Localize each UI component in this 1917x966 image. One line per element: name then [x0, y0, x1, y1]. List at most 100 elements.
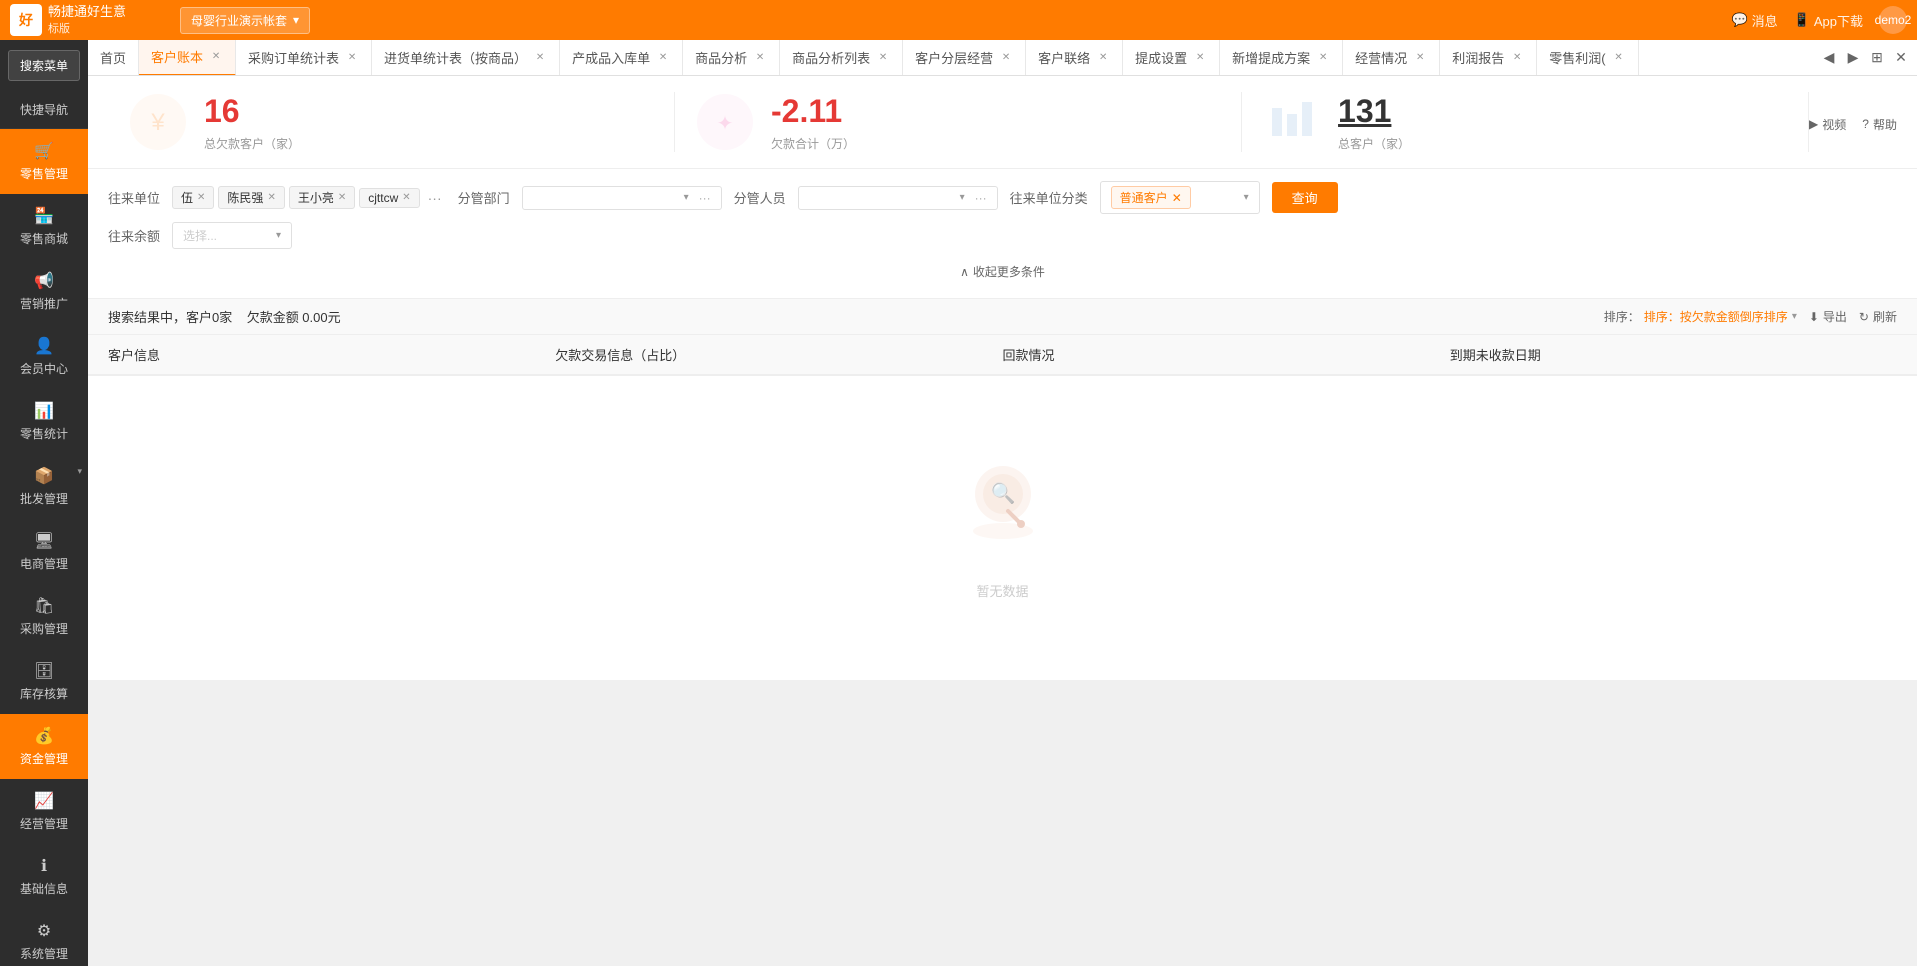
unit-tag-wang[interactable]: 王小亮 ✕	[289, 186, 355, 209]
sort-selector[interactable]: 排序： 排序：按欠款金额倒序排序 ▾	[1604, 308, 1797, 325]
person-chevron: ▾	[960, 192, 965, 203]
retail-management-icon: 🛒	[34, 141, 54, 161]
sidebar-item-wholesale-mgmt-label: 批发管理	[20, 490, 68, 507]
sidebar-item-marketing-label: 营销推广	[20, 295, 68, 312]
collapse-label: 收起更多条件	[973, 263, 1045, 280]
quick-nav-button[interactable]: 快捷导航	[0, 91, 88, 129]
tab-close-customer-tier[interactable]: ✕	[999, 51, 1013, 65]
remove-unit-class[interactable]: ✕	[1172, 191, 1182, 205]
app-download-button[interactable]: 📱 App下载	[1794, 11, 1863, 30]
tab-close-production-instock[interactable]: ✕	[656, 51, 670, 65]
tab-close-product-analysis-list[interactable]: ✕	[876, 51, 890, 65]
tab-scroll-left-button[interactable]: ◀	[1819, 48, 1839, 68]
unit-tag-cjttcw[interactable]: cjttcw ✕	[359, 188, 419, 208]
message-button[interactable]: 💬 消息	[1731, 11, 1777, 30]
tab-purchase-stats-by-product[interactable]: 进货单统计表（按商品） ✕	[372, 40, 560, 76]
sort-label-text: 排序：	[1604, 308, 1640, 325]
sidebar-item-retail-management[interactable]: 🛒 零售管理	[0, 129, 88, 194]
sidebar-item-retail-stats[interactable]: 📊 零售统计	[0, 389, 88, 454]
refresh-button[interactable]: ↻ 刷新	[1859, 308, 1897, 325]
dept-filter-input[interactable]: ▾ ···	[522, 186, 722, 210]
tab-close-operations-status[interactable]: ✕	[1413, 51, 1427, 65]
result-actions: 排序： 排序：按欠款金额倒序排序 ▾ ⬇ 导出 ↻ 刷新	[1604, 308, 1897, 325]
total-customers-label: 总客户（家）	[1338, 135, 1410, 152]
remove-unit-wu[interactable]: ✕	[197, 192, 205, 203]
tab-close-profit-report[interactable]: ✕	[1510, 51, 1524, 65]
tab-scroll-right-button[interactable]: ▶	[1843, 48, 1863, 68]
user-avatar[interactable]: demo2	[1879, 6, 1907, 34]
video-help-button[interactable]: ▶ 视频	[1809, 116, 1846, 133]
person-filter-input[interactable]: ▾ ···	[798, 186, 998, 210]
tab-retail-profit[interactable]: 零售利润( ✕	[1537, 40, 1638, 76]
tab-close-add-promotion-plan[interactable]: ✕	[1316, 51, 1330, 65]
sidebar-item-ecommerce-mgmt[interactable]: 🖥 电商管理	[0, 519, 88, 584]
export-button[interactable]: ⬇ 导出	[1809, 308, 1847, 325]
col-customer-info: 客户信息	[108, 345, 555, 364]
tab-purchase-order-stats[interactable]: 采购订单统计表 ✕	[236, 40, 372, 76]
retail-mall-icon: 🏪	[34, 206, 54, 226]
unit-tags-more[interactable]: ···	[424, 188, 446, 208]
tab-close-all-button[interactable]: ✕	[1891, 48, 1911, 68]
tab-close-promotion-settings[interactable]: ✕	[1193, 51, 1207, 65]
tab-customer-balance[interactable]: 客户账本 ✕	[139, 40, 236, 76]
result-amount-text: 欠款金额 0.00元	[247, 310, 341, 325]
sidebar-item-retail-mall[interactable]: 🏪 零售商城	[0, 194, 88, 259]
collapse-up-icon: ∧	[960, 265, 969, 279]
tab-customer-contact[interactable]: 客户联络 ✕	[1026, 40, 1123, 76]
tab-operations-status[interactable]: 经营情况 ✕	[1343, 40, 1440, 76]
sidebar-item-operations-mgmt[interactable]: 📈 经营管理	[0, 779, 88, 844]
svg-text:¥: ¥	[150, 109, 165, 136]
sidebar-item-capital-mgmt[interactable]: 💰 资金管理	[0, 714, 88, 779]
sidebar-item-retail-stats-label: 零售统计	[20, 425, 68, 442]
sidebar-item-system-mgmt[interactable]: ⚙ 系统管理	[0, 909, 88, 966]
tab-add-promotion-plan[interactable]: 新增提成方案 ✕	[1220, 40, 1343, 76]
unit-tag-chen[interactable]: 陈民强 ✕	[218, 186, 284, 209]
tab-close-purchase-order-stats[interactable]: ✕	[345, 51, 359, 65]
sidebar-item-basic-info[interactable]: ℹ 基础信息	[0, 844, 88, 909]
system-mgmt-icon: ⚙	[37, 921, 51, 941]
avatar-label: demo2	[1875, 13, 1912, 27]
tab-profit-report[interactable]: 利润报告 ✕	[1440, 40, 1537, 76]
empty-icon: 🔍	[953, 456, 1053, 565]
tab-product-analysis-list[interactable]: 商品分析列表 ✕	[780, 40, 903, 76]
sidebar-item-marketing[interactable]: 📢 营销推广	[0, 259, 88, 324]
query-button[interactable]: 查询	[1272, 182, 1338, 213]
sidebar-item-purchase-mgmt[interactable]: 🛍 采购管理	[0, 584, 88, 649]
sidebar-item-wholesale-mgmt[interactable]: 📦 批发管理 ▾	[0, 454, 88, 519]
tab-close-customer-contact[interactable]: ✕	[1096, 51, 1110, 65]
sidebar-item-inventory-check[interactable]: 🗄 库存核算	[0, 649, 88, 714]
tab-expand-button[interactable]: ⊞	[1867, 48, 1887, 68]
remove-unit-cjttcw[interactable]: ✕	[402, 192, 410, 203]
tab-production-instock[interactable]: 产成品入库单 ✕	[560, 40, 683, 76]
stat-main-credit-customers: 16 总欠款客户（家）	[204, 92, 300, 151]
collapse-button[interactable]: ∧ 收起更多条件	[108, 257, 1897, 286]
tab-product-analysis[interactable]: 商品分析 ✕	[683, 40, 780, 76]
search-menu-button[interactable]: 搜索菜单	[8, 50, 80, 81]
result-summary-text: 搜索结果中，客户0家	[108, 310, 232, 325]
logo-icon: 好	[10, 4, 42, 36]
tab-customer-contact-label: 客户联络	[1038, 48, 1090, 67]
remove-unit-wang[interactable]: ✕	[338, 192, 346, 203]
sidebar: 搜索菜单 快捷导航 🛒 零售管理 🏪 零售商城 📢 营销推广 👤 会员中心 📊	[0, 40, 88, 966]
tab-close-product-analysis[interactable]: ✕	[753, 51, 767, 65]
remove-unit-chen[interactable]: ✕	[267, 192, 275, 203]
member-center-icon: 👤	[34, 336, 54, 356]
sort-value-text: 排序：按欠款金额倒序排序	[1644, 308, 1788, 325]
tab-home[interactable]: 首页	[88, 40, 139, 76]
sidebar-item-retail-mall-label: 零售商城	[20, 230, 68, 247]
tab-customer-tier[interactable]: 客户分层经营 ✕	[903, 40, 1026, 76]
tab-close-purchase-stats-by-product[interactable]: ✕	[533, 51, 547, 65]
tab-promotion-settings[interactable]: 提成设置 ✕	[1123, 40, 1220, 76]
unit-tag-wu[interactable]: 伍 ✕	[172, 186, 214, 209]
main-content: ¥ 16 总欠款客户（家）	[88, 76, 1917, 966]
balance-filter-select[interactable]: 选择... ▾	[172, 222, 292, 249]
tab-close-customer-balance[interactable]: ✕	[209, 50, 223, 64]
sidebar-item-member-center[interactable]: 👤 会员中心	[0, 324, 88, 389]
unit-class-filter-input[interactable]: 普通客户 ✕ ▾	[1100, 181, 1260, 214]
help-button[interactable]: ? 帮助	[1862, 116, 1897, 133]
tab-close-retail-profit[interactable]: ✕	[1612, 51, 1626, 65]
logo-text-block: 畅捷通好生意 标版	[48, 4, 126, 37]
inventory-check-icon: 🗄	[34, 661, 54, 681]
workspace-selector[interactable]: 母婴行业演示帐套 ▾	[180, 7, 310, 34]
result-bar: 搜索结果中，客户0家 欠款金额 0.00元 排序： 排序：按欠款金额倒序排序 ▾	[88, 299, 1917, 335]
